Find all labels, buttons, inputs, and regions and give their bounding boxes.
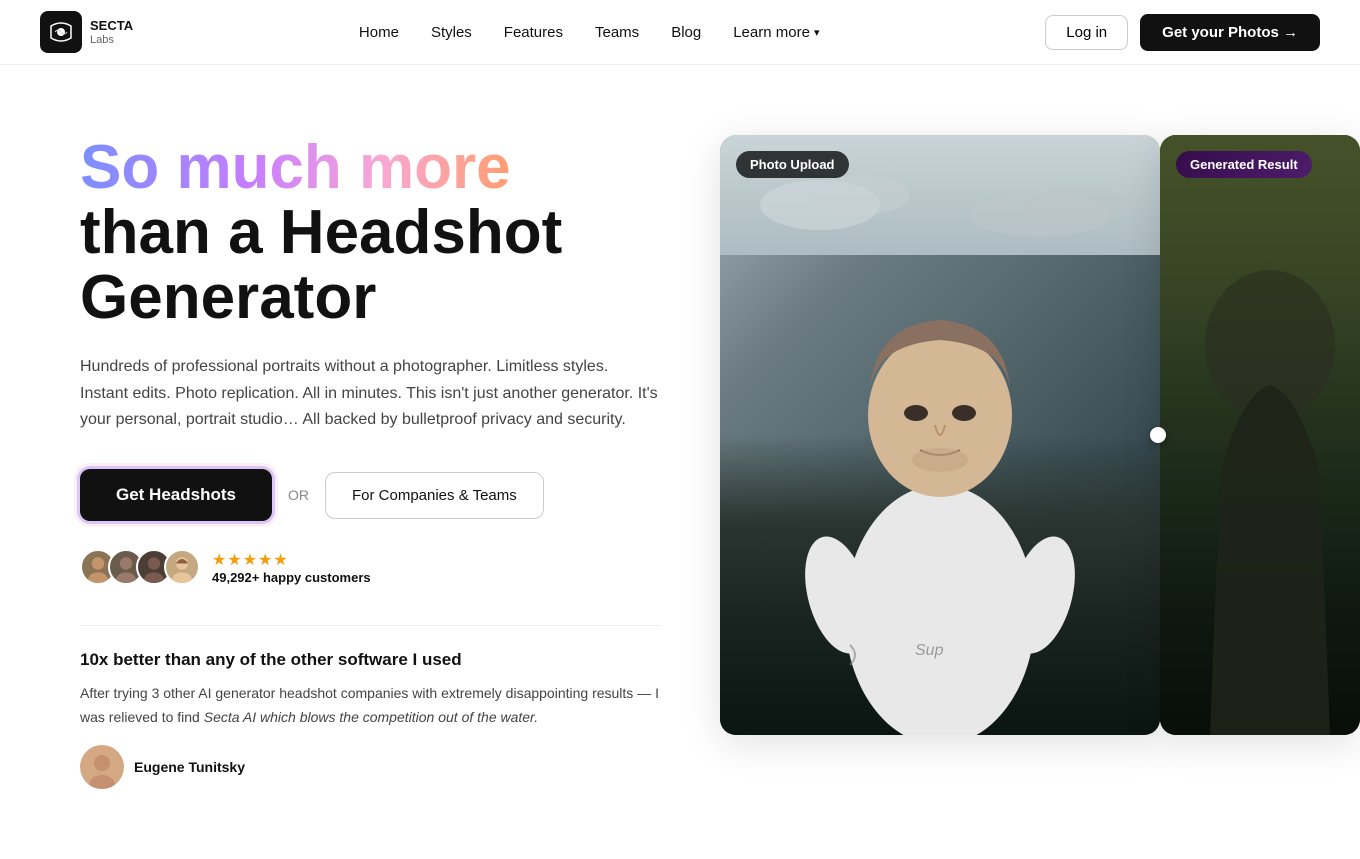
testimonial-author: Eugene Tunitsky bbox=[80, 745, 660, 789]
or-label: OR bbox=[288, 487, 309, 503]
nav-styles[interactable]: Styles bbox=[431, 24, 472, 41]
slider-dot[interactable] bbox=[1150, 427, 1166, 443]
nav-actions: Log in Get your Photos → bbox=[1045, 14, 1320, 51]
get-headshots-button[interactable]: Get Headshots bbox=[80, 469, 272, 521]
nav-features[interactable]: Features bbox=[504, 24, 563, 41]
social-proof: ★★★★★ 49,292+ happy customers bbox=[80, 549, 660, 585]
svg-text:Sup: Sup bbox=[915, 642, 944, 659]
hero-section: So much more than a Headshot Generator H… bbox=[0, 65, 1360, 849]
generated-bg bbox=[1160, 135, 1360, 735]
get-photos-button[interactable]: Get your Photos → bbox=[1140, 14, 1320, 51]
navigation: SECTA Labs Home Styles Features Teams Bl… bbox=[0, 0, 1360, 65]
testimonial: 10x better than any of the other softwar… bbox=[80, 625, 660, 788]
avatar-group bbox=[80, 549, 200, 585]
avatar bbox=[164, 549, 200, 585]
nav-learn-more[interactable]: Learn more ▾ bbox=[733, 24, 819, 41]
hero-left: So much more than a Headshot Generator H… bbox=[80, 135, 660, 789]
photo-upload-card: Sup Photo Upload bbox=[720, 135, 1160, 735]
brand-logo[interactable]: SECTA Labs bbox=[40, 11, 133, 53]
testimonial-title: 10x better than any of the other softwar… bbox=[80, 650, 660, 670]
hero-title-gradient: So much more bbox=[80, 133, 511, 202]
hero-subtitle: Hundreds of professional portraits witho… bbox=[80, 354, 660, 433]
generated-result-card: Generated Result bbox=[1160, 135, 1360, 735]
star-rating: ★★★★★ bbox=[212, 550, 371, 570]
testimonial-body: After trying 3 other AI generator headsh… bbox=[80, 682, 660, 728]
author-name: Eugene Tunitsky bbox=[134, 759, 245, 775]
login-button[interactable]: Log in bbox=[1045, 15, 1128, 50]
nav-blog[interactable]: Blog bbox=[671, 24, 701, 41]
author-avatar bbox=[80, 745, 124, 789]
nav-links: Home Styles Features Teams Blog Learn mo… bbox=[359, 24, 820, 41]
nav-teams[interactable]: Teams bbox=[595, 24, 639, 41]
logo-subtext: Labs bbox=[90, 34, 133, 46]
hero-images: Sup Photo Upload bbox=[720, 135, 1360, 735]
for-companies-button[interactable]: For Companies & Teams bbox=[325, 472, 544, 519]
generated-result-badge: Generated Result bbox=[1176, 151, 1312, 178]
logo-icon bbox=[40, 11, 82, 53]
logo-svg bbox=[47, 18, 75, 46]
logo-text: SECTA bbox=[90, 18, 133, 34]
hero-title-plain: than a Headshot Generator bbox=[80, 198, 562, 332]
hero-title: So much more than a Headshot Generator bbox=[80, 135, 660, 330]
photo-upload-bg: Sup bbox=[720, 135, 1160, 735]
hero-cta: Get Headshots OR For Companies & Teams bbox=[80, 469, 660, 521]
chevron-down-icon: ▾ bbox=[814, 26, 820, 39]
photo-upload-badge: Photo Upload bbox=[736, 151, 849, 178]
customer-count: 49,292+ happy customers bbox=[212, 570, 371, 585]
nav-home[interactable]: Home bbox=[359, 24, 399, 41]
